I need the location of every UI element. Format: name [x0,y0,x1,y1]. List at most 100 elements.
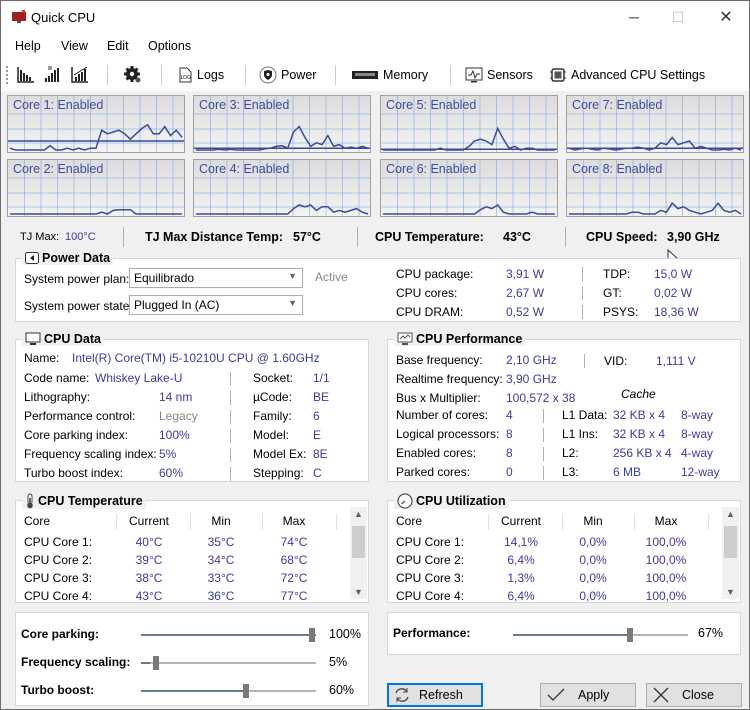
column-divider[interactable] [190,514,191,530]
column-divider[interactable] [634,514,635,530]
slider-thumb[interactable] [309,628,315,642]
menu-options[interactable]: Options [148,39,191,53]
cpu-data-label: µCode: [253,390,292,404]
core-status-label: Core 5: Enabled [386,98,477,112]
table-row[interactable]: CPU Core 3: 1,3% 0,0% 100,0% [388,571,718,587]
power-label: Power [281,68,317,82]
code-name-label: Code name: [24,371,90,385]
slider-thumb[interactable] [153,656,160,670]
power-button[interactable]: Power [259,65,316,85]
tuning-slider[interactable] [141,656,316,670]
tuning-sliders-group: Core parking: 100% Frequency scaling: 5% Tur… [15,612,369,706]
core-status-label: Core 2: Enabled [13,162,104,176]
column-header[interactable]: Max [626,514,706,528]
tj-max-label: TJ Max: [20,231,60,243]
column-header[interactable]: Min [181,514,261,528]
table-row[interactable]: CPU Core 4: 43°C 36°C 77°C [16,589,346,605]
utilization-scrollbar[interactable]: ▲ ▼ [722,507,739,599]
core-graph: Core 8: Enabled [566,159,744,217]
apply-button[interactable]: Apply [540,683,636,707]
memory-button[interactable]: Memory [351,65,428,85]
scroll-down-icon[interactable]: ▼ [722,587,739,597]
performance-value: 67% [698,626,724,640]
table-row[interactable]: CPU Core 2: 6,4% 0,0% 100,0% [388,553,718,569]
column-divider[interactable] [562,514,563,530]
table-row[interactable]: CPU Core 3: 38°C 33°C 72°C [16,571,346,587]
close-button[interactable]: Close [646,683,742,707]
slider-value: 100% [329,627,361,641]
svg-text:LOG: LOG [181,75,192,81]
table-row[interactable]: CPU Core 2: 39°C 34°C 68°C [16,553,346,569]
cell-value: 68°C [280,553,308,567]
column-divider[interactable] [488,514,489,530]
slider-thumb[interactable] [243,684,250,698]
cache-ways-value: 8-way [681,427,714,441]
cell-value: 14,1% [503,535,539,549]
performance-slider-thumb[interactable] [627,628,634,642]
power-plan-label: System power plan: [24,272,130,286]
column-divider[interactable] [708,514,709,530]
scroll-thumb[interactable] [352,526,365,558]
performance-slider[interactable] [513,628,688,642]
column-header[interactable]: Max [254,514,334,528]
gauge-icon [397,493,413,509]
core-graph: Core 6: Enabled [380,159,558,217]
cell-value: 1,3% [507,571,535,585]
cpu-data-label: Family: [253,409,292,423]
column-header[interactable]: Current [109,514,189,528]
cell-value: 100,0% [645,535,687,549]
cpu-cores-value: 2,67 W [506,286,545,300]
column-header[interactable]: Core [24,514,50,528]
separator [230,429,231,443]
column-header[interactable]: Min [553,514,633,528]
column-divider[interactable] [336,514,337,530]
table-row[interactable]: CPU Core 4: 6,4% 0,0% 100,0% [388,589,718,605]
signal-bars-icon[interactable] [43,65,61,83]
settings-gear-icon[interactable] [123,65,143,85]
cell-value: 43°C [135,589,163,603]
menu-help[interactable]: Help [15,39,41,53]
table-row[interactable]: CPU Core 1: 40°C 35°C 74°C [16,535,346,551]
maximize-button[interactable]: ☐ [655,1,701,33]
column-header[interactable]: Core [396,514,422,528]
thermometer-icon [27,493,33,509]
growth-chart-icon[interactable] [71,65,89,83]
bar-chart-icon[interactable] [17,65,35,83]
column-divider[interactable] [116,514,117,530]
core-status-label: Core 3: Enabled [199,98,290,112]
scroll-up-icon[interactable]: ▲ [350,509,367,519]
sensors-button[interactable]: Sensors [465,65,533,85]
table-row[interactable]: CPU Core 1: 14,1% 0,0% 100,0% [388,535,718,551]
tuning-slider[interactable] [141,628,316,642]
cpu-data-label: Socket: [253,371,294,385]
column-divider[interactable] [262,514,263,530]
gt-label: GT: [603,286,622,300]
menu-view[interactable]: View [61,39,88,53]
tuning-slider[interactable] [141,684,316,698]
menu-edit[interactable]: Edit [107,39,129,53]
refresh-button[interactable]: Refresh [387,683,483,707]
logs-button[interactable]: LOG Logs [177,65,224,85]
advanced-cpu-settings-button[interactable]: Advanced CPU Settings [549,65,705,85]
apply-label: Apply [578,688,610,702]
column-header[interactable]: Current [481,514,561,528]
power-plan-select[interactable]: Equilibrado ▼ [129,268,303,288]
cpu-data-value: 100% [159,428,190,442]
cpu-name-label: Name: [24,351,60,365]
core-count-label: Enabled cores: [396,446,477,460]
power-state-select[interactable]: Plugged In (AC) ▼ [129,295,303,315]
separator [582,267,583,281]
scroll-thumb[interactable] [724,526,737,558]
scroll-down-icon[interactable]: ▼ [350,587,367,597]
toolbar-grip[interactable] [6,66,8,84]
refresh-icon [395,688,409,702]
minimize-button[interactable]: ─ [611,1,657,33]
cache-level-label: L2: [562,446,579,460]
tj-max-value: 100°C [65,231,96,243]
temperature-scrollbar[interactable]: ▲ ▼ [350,507,367,599]
power-state-label: System power state: [24,299,133,313]
close-window-button[interactable]: ✕ [703,1,749,33]
scroll-up-icon[interactable]: ▲ [722,509,739,519]
core-status-label: Core 1: Enabled [13,98,104,112]
title-bar: Quick CPU ─ ☐ ✕ [1,1,749,35]
